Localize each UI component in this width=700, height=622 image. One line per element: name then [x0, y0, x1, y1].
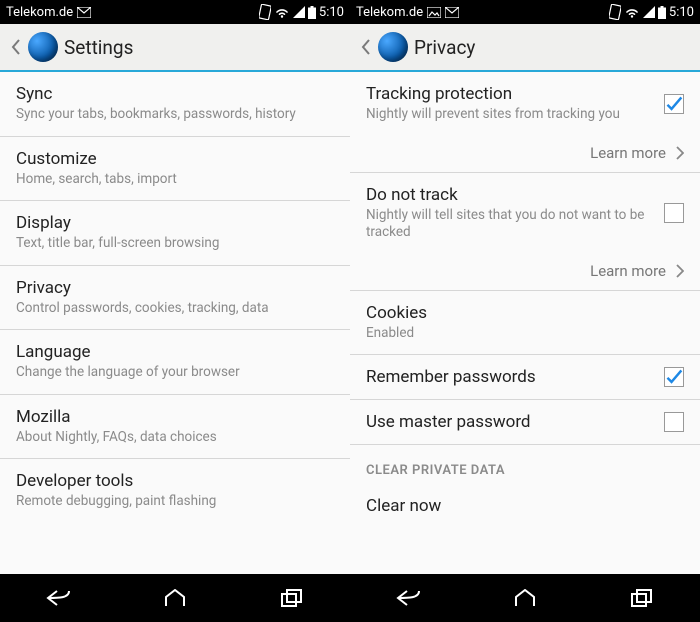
screen-settings: Telekom.de 5:10 Settings SyncSync your t… — [0, 0, 350, 574]
carrier-label: Telekom.de — [356, 5, 423, 20]
back-button[interactable] — [8, 35, 22, 59]
row-remember-passwords[interactable]: Remember passwords — [350, 355, 700, 400]
clock-label: 5:10 — [319, 5, 344, 20]
rotate-icon — [259, 4, 271, 20]
battery-icon — [308, 6, 316, 19]
nav-home-button[interactable] — [161, 584, 189, 612]
status-bar: Telekom.de 5:10 — [350, 0, 700, 24]
chevron-right-icon — [676, 264, 684, 278]
row-clear-now[interactable]: Clear now — [350, 484, 700, 528]
app-bar: Settings — [0, 24, 350, 72]
settings-list: SyncSync your tabs, bookmarks, passwords… — [0, 72, 350, 574]
checkbox-master[interactable] — [664, 412, 684, 432]
nav-back-button[interactable] — [394, 584, 422, 612]
mail-icon — [77, 7, 91, 18]
wifi-icon — [274, 6, 290, 18]
page-title: Privacy — [414, 36, 475, 59]
nav-home-button[interactable] — [511, 584, 539, 612]
checkbox-remember[interactable] — [664, 367, 684, 387]
row-privacy[interactable]: PrivacyControl passwords, cookies, track… — [0, 266, 350, 331]
row-master-password[interactable]: Use master password — [350, 400, 700, 445]
signal-icon — [293, 6, 305, 18]
row-developer-tools[interactable]: Developer toolsRemote debugging, paint f… — [0, 459, 350, 523]
row-tracking-protection[interactable]: Tracking protection Nightly will prevent… — [350, 72, 700, 134]
back-button[interactable] — [358, 35, 372, 59]
signal-icon — [643, 6, 655, 18]
nav-back-button[interactable] — [44, 584, 72, 612]
checkbox-dnt[interactable] — [664, 203, 684, 223]
learn-more-dnt[interactable]: Learn more — [350, 252, 700, 291]
clock-label: 5:10 — [669, 5, 694, 20]
app-bar: Privacy — [350, 24, 700, 72]
page-title: Settings — [64, 36, 133, 59]
wifi-icon — [624, 6, 640, 18]
row-display[interactable]: DisplayText, title bar, full-screen brow… — [0, 201, 350, 266]
row-customize[interactable]: CustomizeHome, search, tabs, import — [0, 137, 350, 202]
row-sync[interactable]: SyncSync your tabs, bookmarks, passwords… — [0, 72, 350, 137]
app-icon — [378, 32, 408, 62]
status-bar: Telekom.de 5:10 — [0, 0, 350, 24]
battery-icon — [658, 6, 666, 19]
learn-more-tracking[interactable]: Learn more — [350, 134, 700, 173]
privacy-list: Tracking protection Nightly will prevent… — [350, 72, 700, 574]
app-icon — [28, 32, 58, 62]
nav-recent-button[interactable] — [628, 584, 656, 612]
row-mozilla[interactable]: MozillaAbout Nightly, FAQs, data choices — [0, 395, 350, 460]
screen-privacy: Telekom.de 5:10 Privacy Tracking pr — [350, 0, 700, 574]
mail-icon — [445, 7, 459, 18]
image-icon — [427, 7, 441, 18]
row-do-not-track[interactable]: Do not track Nightly will tell sites tha… — [350, 173, 700, 252]
nav-bar — [0, 574, 700, 622]
row-language[interactable]: LanguageChange the language of your brow… — [0, 330, 350, 395]
section-clear-private-data: CLEAR PRIVATE DATA — [350, 445, 700, 484]
checkbox-tracking[interactable] — [664, 94, 684, 114]
row-cookies[interactable]: Cookies Enabled — [350, 291, 700, 356]
carrier-label: Telekom.de — [6, 5, 73, 20]
nav-recent-button[interactable] — [278, 584, 306, 612]
chevron-right-icon — [676, 146, 684, 160]
rotate-icon — [609, 4, 621, 20]
